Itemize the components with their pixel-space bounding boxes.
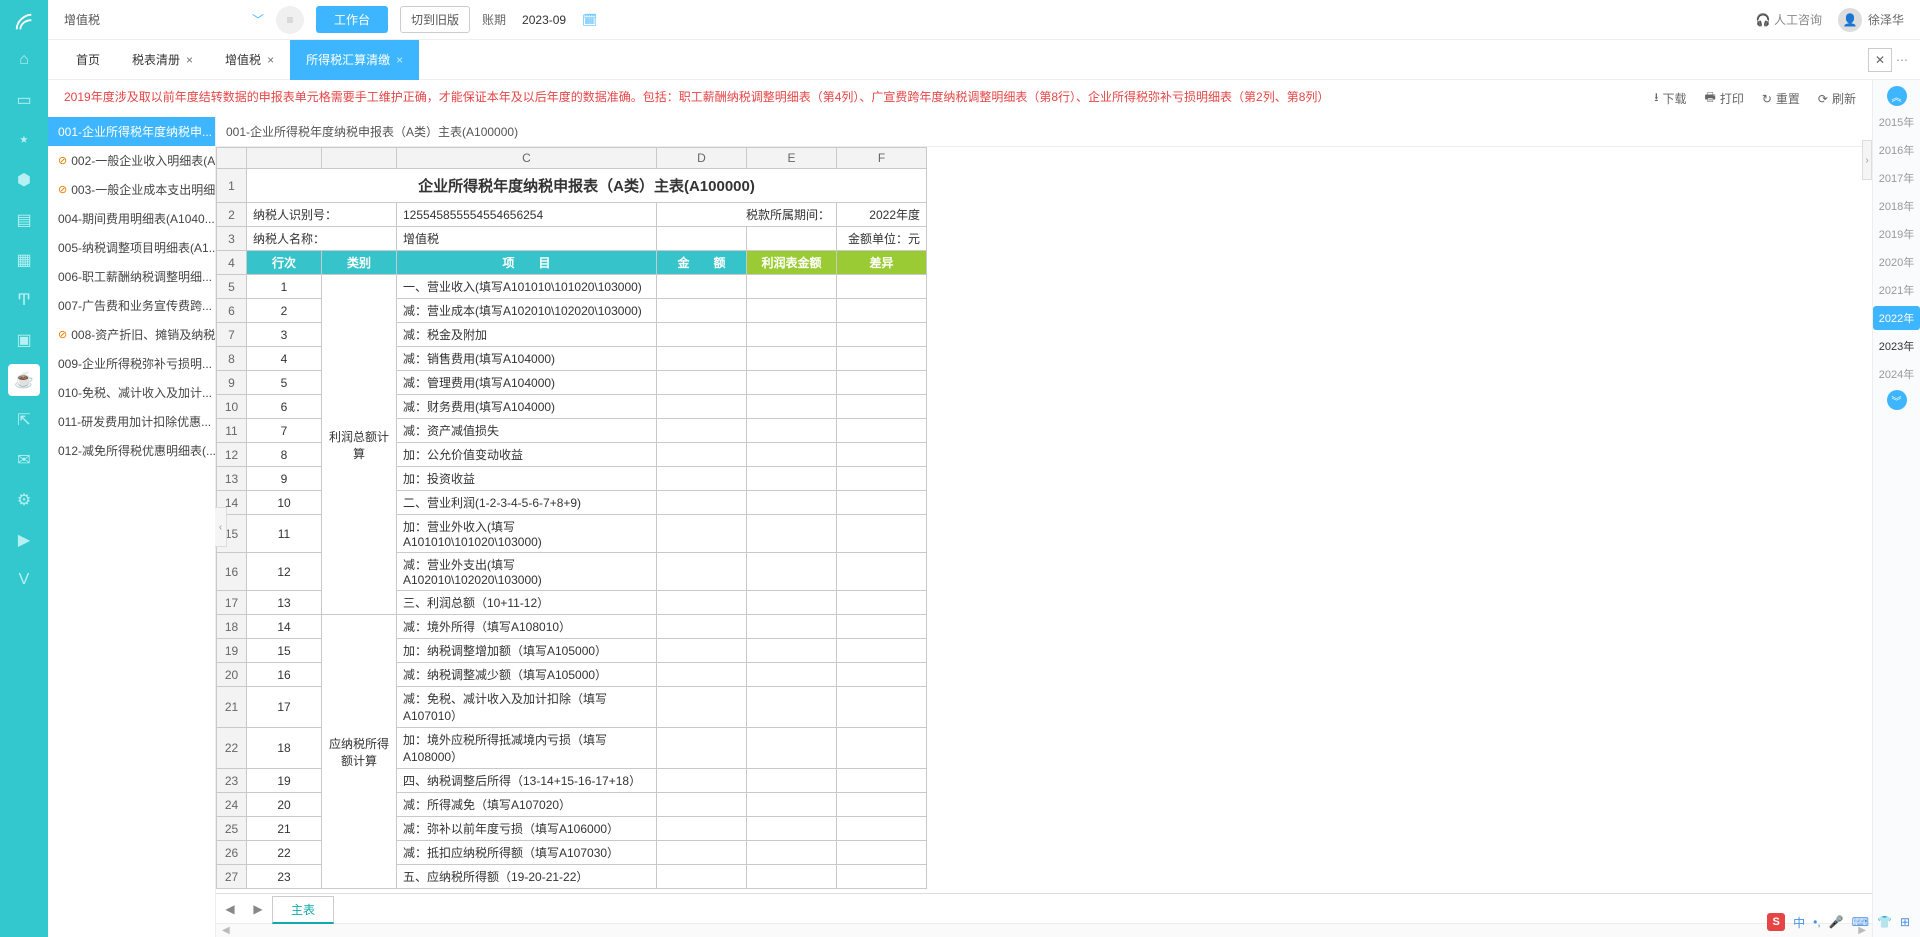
support-link[interactable]: 🎧 人工咨询 bbox=[1756, 11, 1822, 28]
topbar: 增值税 ﹀ ≡ 工作台 切到旧版 账期 2023-09 🗓 🎧 人工咨询 👤 徐… bbox=[48, 0, 1920, 40]
form-nav-item[interactable]: 004-期间费用明细表(A1040... bbox=[48, 204, 215, 233]
rail-mail-icon[interactable]: ✉ bbox=[8, 444, 40, 476]
year-rail: ︽ 2015年 2016年 2017年 2018年 2019年 2020年 2021年 202… bbox=[1872, 80, 1920, 937]
switch-old-button[interactable]: 切到旧版 bbox=[400, 6, 470, 33]
form-nav-item[interactable]: 005-纳税调整项目明细表(A1... bbox=[48, 233, 215, 262]
form-nav-item[interactable]: ⊘003-一般企业成本支出明细... bbox=[48, 175, 215, 204]
tab-所得税汇算清缴[interactable]: 所得税汇算清缴× bbox=[290, 40, 419, 80]
org-selector[interactable]: 增值税 ﹀ bbox=[64, 11, 264, 28]
calendar-icon[interactable]: 🗓 bbox=[582, 13, 597, 27]
rail-file-icon[interactable]: ▤ bbox=[8, 204, 40, 236]
year-2016年[interactable]: 2016年 bbox=[1873, 138, 1920, 162]
toolbar: ⭳ 下载 🖶 打印 ↻ 重置 ⟳ 刷新 bbox=[1654, 88, 1856, 109]
ime-grid-icon[interactable]: ⊞ bbox=[1900, 915, 1910, 929]
close-icon[interactable]: × bbox=[267, 53, 274, 67]
tab-税表清册[interactable]: 税表清册× bbox=[116, 40, 209, 80]
year-2020年[interactable]: 2020年 bbox=[1873, 250, 1920, 274]
list-icon[interactable]: ≡ bbox=[276, 6, 304, 34]
year-2022年[interactable]: 2022年 bbox=[1873, 306, 1920, 330]
grid-scroll[interactable]: CDEF1企业所得税年度纳税申报表（A类）主表(A100000)2纳税人识别号：… bbox=[216, 147, 1872, 893]
warning-text: 2019年度涉及取以前年度结转数据的申报表单元格需要手工维护正确，才能保证本年及… bbox=[64, 88, 1638, 107]
refresh-button[interactable]: ⟳ 刷新 bbox=[1818, 90, 1856, 107]
spreadsheet-grid: CDEF1企业所得税年度纳税申报表（A类）主表(A100000)2纳税人识别号：… bbox=[216, 147, 927, 889]
sogou-icon[interactable]: S bbox=[1767, 913, 1785, 931]
rail-grid-icon[interactable]: ▣ bbox=[8, 324, 40, 356]
ime-lang[interactable]: 中 bbox=[1793, 914, 1805, 931]
year-2015年[interactable]: 2015年 bbox=[1873, 110, 1920, 134]
sheet-area: ‹ 001-企业所得税年度纳税申报表（A类）主表(A100000) CDEF1企… bbox=[216, 117, 1872, 937]
sheet-tabs: ◀ ▶ 主表 bbox=[216, 893, 1872, 923]
rail-doc-icon[interactable]: ▭ bbox=[8, 84, 40, 116]
sheet-prev-icon[interactable]: ◀ bbox=[216, 902, 244, 916]
hscroll[interactable]: ◀▶ bbox=[216, 923, 1872, 937]
ime-punct-icon[interactable]: •, bbox=[1813, 915, 1821, 929]
form-nav-item[interactable]: 006-职工薪酬纳税调整明细... bbox=[48, 262, 215, 291]
sheet-tab-main[interactable]: 主表 bbox=[272, 896, 334, 924]
close-icon[interactable]: × bbox=[186, 53, 193, 67]
rail-tax-icon[interactable]: ☕ bbox=[8, 364, 40, 396]
rail-v-icon[interactable]: V bbox=[8, 564, 40, 596]
rail-settings-icon[interactable]: ⚙ bbox=[8, 484, 40, 516]
tab-首页[interactable]: 首页 bbox=[60, 40, 116, 80]
chevron-down-icon: ﹀ bbox=[252, 11, 264, 28]
workbench-button[interactable]: 工作台 bbox=[316, 6, 388, 33]
user-menu[interactable]: 👤 徐泽华 bbox=[1838, 8, 1904, 32]
tab-增值税[interactable]: 增值税× bbox=[209, 40, 290, 80]
warn-icon: ⊘ bbox=[58, 154, 67, 167]
tabs-more-icon[interactable]: ⋯ bbox=[1896, 53, 1908, 67]
year-2018年[interactable]: 2018年 bbox=[1873, 194, 1920, 218]
form-nav-item[interactable]: 012-减免所得税优惠明细表(... bbox=[48, 436, 215, 465]
collapse-left-icon[interactable]: ‹ bbox=[215, 507, 227, 547]
avatar-icon: 👤 bbox=[1838, 8, 1862, 32]
year-2023年[interactable]: 2023年 bbox=[1873, 334, 1920, 358]
year-up-icon[interactable]: ︽ bbox=[1887, 86, 1907, 106]
period-value[interactable]: 2023-09 bbox=[522, 13, 566, 27]
warn-icon: ⊘ bbox=[58, 183, 67, 196]
form-nav-item[interactable]: ⊘008-资产折旧、摊销及纳税... bbox=[48, 320, 215, 349]
form-nav-item[interactable]: 011-研发费用加计扣除优惠... bbox=[48, 407, 215, 436]
left-rail: ⌂ ▭ ⭑ ⬢ ▤ ▦ Ͳ ▣ ☕ ⇱ ✉ ⚙ ▶ V bbox=[0, 0, 48, 937]
rail-t-icon[interactable]: Ͳ bbox=[8, 284, 40, 316]
user-name: 徐泽华 bbox=[1868, 11, 1904, 28]
reset-button[interactable]: ↻ 重置 bbox=[1762, 90, 1800, 107]
sheet-path: 001-企业所得税年度纳税申报表（A类）主表(A100000) bbox=[216, 117, 1872, 147]
print-button[interactable]: 🖶 打印 bbox=[1705, 88, 1744, 109]
ime-keyboard-icon[interactable]: ⌨ bbox=[1852, 915, 1869, 929]
year-2019年[interactable]: 2019年 bbox=[1873, 222, 1920, 246]
ime-skin-icon[interactable]: 👕 bbox=[1877, 915, 1892, 929]
rail-calc-icon[interactable]: ▦ bbox=[8, 244, 40, 276]
form-nav-item[interactable]: 007-广告费和业务宣传费跨... bbox=[48, 291, 215, 320]
rail-video-icon[interactable]: ▶ bbox=[8, 524, 40, 556]
form-nav-item[interactable]: ⊘002-一般企业收入明细表(A1... bbox=[48, 146, 215, 175]
year-2021年[interactable]: 2021年 bbox=[1873, 278, 1920, 302]
close-icon[interactable]: × bbox=[396, 53, 403, 67]
rail-chart-icon[interactable]: ⭑ bbox=[8, 124, 40, 156]
year-2024年[interactable]: 2024年 bbox=[1873, 362, 1920, 386]
form-nav: 001-企业所得税年度纳税申...⊘002-一般企业收入明细表(A1...⊘00… bbox=[48, 117, 216, 937]
form-nav-item[interactable]: 009-企业所得税弥补亏损明... bbox=[48, 349, 215, 378]
org-name: 增值税 bbox=[64, 11, 100, 28]
warn-icon: ⊘ bbox=[58, 328, 67, 341]
year-2017年[interactable]: 2017年 bbox=[1873, 166, 1920, 190]
download-button[interactable]: ⭳ 下载 bbox=[1654, 88, 1686, 109]
page-tabs: 首页税表清册×增值税×所得税汇算清缴× ✕ ⋯ bbox=[48, 40, 1920, 80]
rail-bag-icon[interactable]: ⬢ bbox=[8, 164, 40, 196]
rail-home-icon[interactable]: ⌂ bbox=[8, 44, 40, 76]
app-logo-icon bbox=[10, 8, 38, 36]
year-down-icon[interactable]: ︾ bbox=[1887, 390, 1907, 410]
collapse-right-icon[interactable]: › bbox=[1862, 140, 1872, 180]
rail-export-icon[interactable]: ⇱ bbox=[8, 404, 40, 436]
form-nav-item[interactable]: 010-免税、减计收入及加计... bbox=[48, 378, 215, 407]
ime-mic-icon[interactable]: 🎤 bbox=[1829, 915, 1844, 929]
sheet-next-icon[interactable]: ▶ bbox=[244, 902, 272, 916]
close-all-tabs-button[interactable]: ✕ bbox=[1868, 48, 1892, 72]
period-label: 账期 bbox=[482, 11, 506, 28]
ime-bar: S 中 •, 🎤 ⌨ 👕 ⊞ bbox=[1767, 913, 1910, 931]
form-nav-item[interactable]: 001-企业所得税年度纳税申... bbox=[48, 117, 215, 146]
